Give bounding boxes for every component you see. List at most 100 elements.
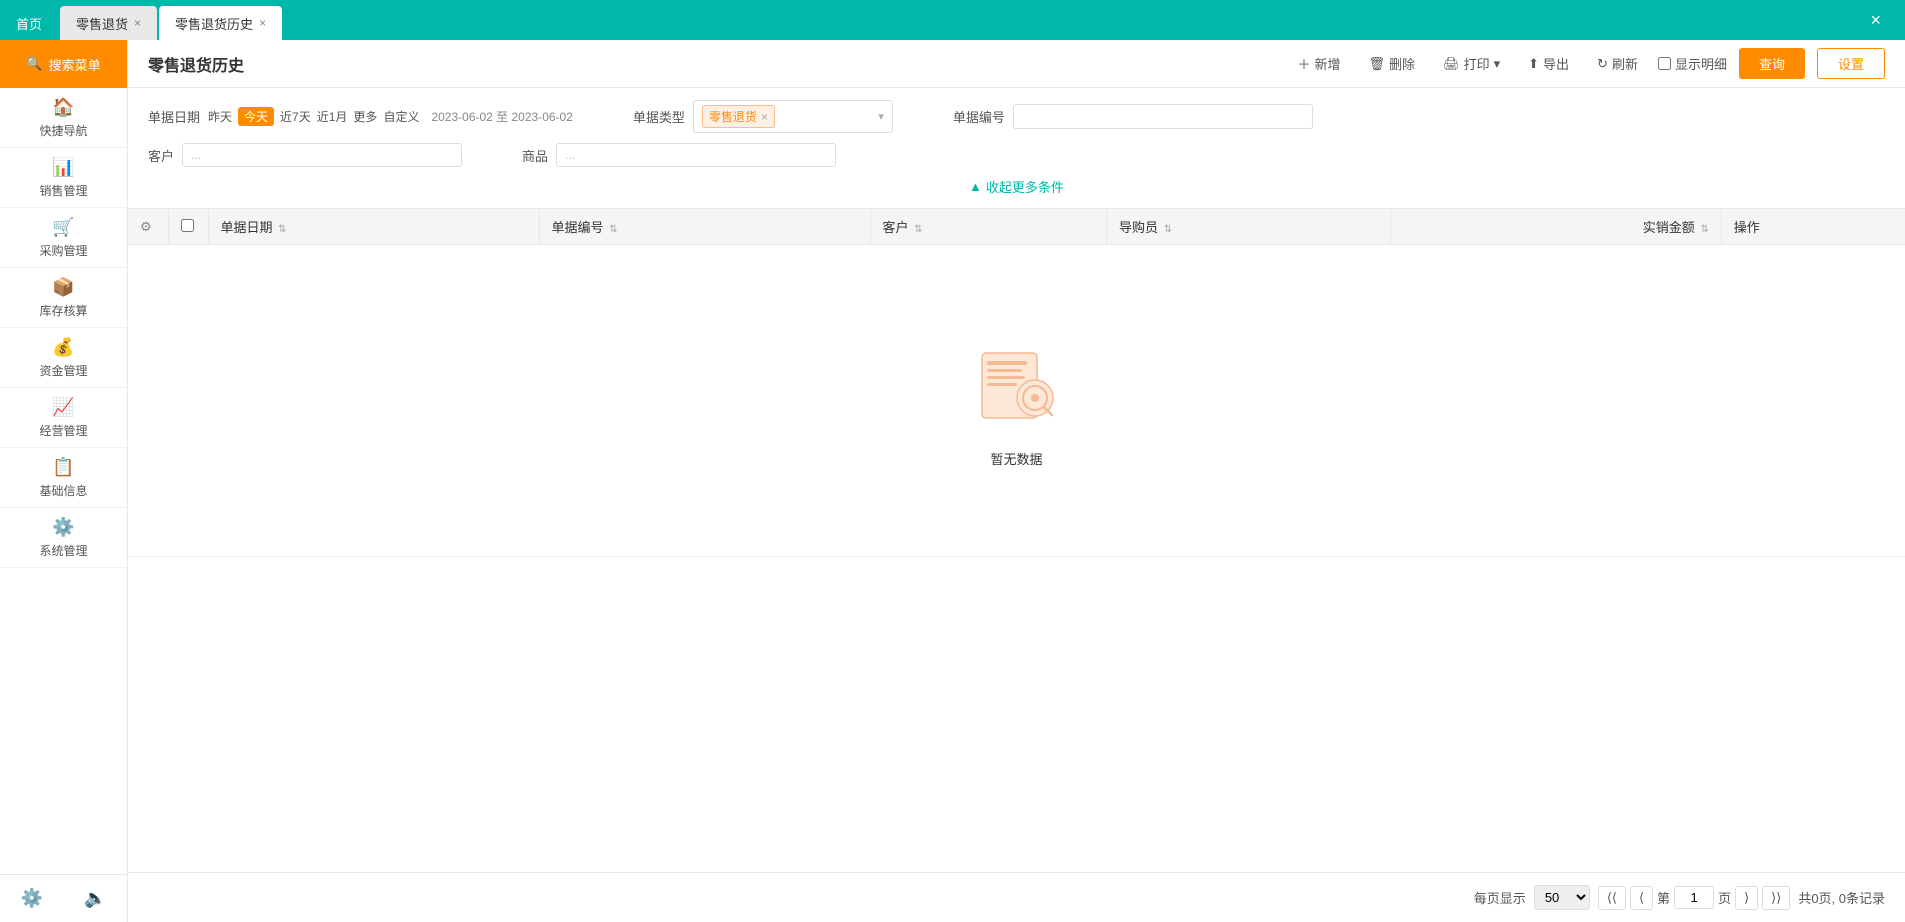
th-settings: ⚙	[128, 209, 168, 245]
sidebar-item-quick-nav[interactable]: 🏠 快捷导航	[0, 88, 127, 148]
date-opt-last7[interactable]: 近7天	[280, 108, 311, 125]
select-all-checkbox[interactable]	[181, 219, 194, 232]
next-page-button[interactable]: ⟩	[1735, 886, 1758, 910]
new-button[interactable]: ＋ 新增	[1289, 50, 1348, 77]
date-opt-custom[interactable]: 自定义	[383, 108, 419, 125]
sidebar-item-system-mgmt[interactable]: ⚙️ 系统管理	[0, 508, 127, 568]
actual-amount-sort-icon[interactable]: ⇅	[1700, 224, 1708, 235]
sidebar-search[interactable]: 🔍 搜索菜单	[0, 40, 127, 88]
finance-icon: 💰	[52, 337, 74, 358]
page-size-select[interactable]: 50 10 20 100	[1534, 885, 1590, 910]
basic-info-icon: 📋	[52, 457, 74, 478]
doc-type-tag: 零售退货 ×	[702, 105, 775, 128]
first-page-button[interactable]: ⟨⟨	[1598, 886, 1626, 910]
prev-page-button[interactable]: ⟨	[1630, 886, 1653, 910]
table-area: ⚙ 单据日期 ⇅ 单据编号 ⇅	[128, 209, 1905, 872]
page-title: 零售退货历史	[148, 52, 244, 76]
delete-button-label: 删除	[1389, 54, 1415, 73]
refresh-button[interactable]: ↻ 刷新	[1589, 50, 1646, 77]
setting-button[interactable]: 设置	[1817, 48, 1885, 79]
page-label: 页	[1718, 888, 1731, 907]
date-opt-last-month[interactable]: 近1月	[317, 108, 348, 125]
data-table: ⚙ 单据日期 ⇅ 单据编号 ⇅	[128, 209, 1905, 557]
page-di-label: 第	[1657, 888, 1670, 907]
top-bar-right: ×	[1862, 6, 1905, 35]
th-doc-date: 单据日期 ⇅	[208, 209, 539, 245]
sidebar-item-basic-info[interactable]: 📋 基础信息	[0, 448, 127, 508]
filter-customer: 客户 ...	[148, 143, 462, 167]
tab-retail-return-history-close[interactable]: ×	[259, 17, 266, 29]
refresh-icon: ↻	[1597, 56, 1608, 72]
sidebar-item-sales-mgmt[interactable]: 📊 销售管理	[0, 148, 127, 208]
guide-sort-icon[interactable]: ⇅	[1164, 224, 1172, 235]
sidebar-item-system-label: 系统管理	[39, 542, 87, 559]
settings-bottom-icon[interactable]: ⚙️	[21, 888, 43, 909]
doc-number-input[interactable]	[1013, 104, 1313, 129]
system-icon: ⚙️	[52, 517, 74, 538]
export-icon: ⬆	[1528, 56, 1539, 72]
th-doc-number: 单据编号 ⇅	[539, 209, 870, 245]
collapse-button[interactable]: ▲ 收起更多条件	[148, 177, 1885, 196]
date-opt-today[interactable]: 今天	[238, 107, 274, 126]
page-number-input[interactable]	[1674, 886, 1714, 909]
export-button[interactable]: ⬆ 导出	[1520, 50, 1577, 77]
setting-button-label: 设置	[1838, 57, 1864, 72]
window-close-button[interactable]: ×	[1862, 6, 1889, 35]
sidebar-item-purchase-mgmt[interactable]: 🛒 采购管理	[0, 208, 127, 268]
tab-retail-return-history[interactable]: 零售退货历史 ×	[159, 6, 282, 40]
table-header: ⚙ 单据日期 ⇅ 单据编号 ⇅	[128, 209, 1905, 245]
display-detail-toggle[interactable]: 显示明细	[1658, 54, 1727, 73]
doc-type-arrow-icon: ▾	[878, 110, 884, 123]
doc-type-tag-close[interactable]: ×	[761, 110, 768, 124]
customer-sort-icon[interactable]: ⇅	[914, 224, 922, 235]
th-doc-date-label: 单据日期	[221, 220, 273, 235]
doc-number-sort-icon[interactable]: ⇅	[609, 224, 617, 235]
inventory-icon: 📦	[52, 277, 74, 298]
doc-type-select[interactable]: 零售退货 × ▾	[693, 100, 893, 133]
print-button-label: 打印	[1464, 54, 1490, 73]
filter-doc-number: 单据编号	[953, 104, 1313, 129]
new-button-label: 新增	[1315, 54, 1341, 73]
date-opt-more[interactable]: 更多	[353, 108, 377, 125]
print-button[interactable]: 🖨 打印 ▾	[1435, 50, 1508, 77]
column-settings-icon[interactable]: ⚙	[140, 219, 152, 234]
th-customer-label: 客户	[883, 220, 909, 235]
tab-home-label: 首页	[16, 14, 42, 33]
date-range-display: 2023-06-02 至 2023-06-02	[431, 108, 572, 125]
tab-home[interactable]: 首页	[0, 6, 58, 40]
customer-placeholder: ...	[191, 148, 453, 162]
th-guide-label: 导购员	[1119, 220, 1158, 235]
tab-retail-return-close[interactable]: ×	[134, 17, 141, 29]
sidebar-item-inventory-label: 库存核算	[39, 302, 87, 319]
tab-retail-return-label: 零售退货	[76, 14, 128, 33]
main-layout: 🔍 搜索菜单 🏠 快捷导航 📊 销售管理 🛒 采购管理 📦 库存核算 💰 资金管…	[0, 40, 1905, 922]
empty-row: 暂无数据	[128, 245, 1905, 557]
sales-icon: 📊	[52, 157, 74, 178]
last-page-button[interactable]: ⟩⟩	[1762, 886, 1790, 910]
purchase-icon: 🛒	[52, 217, 74, 238]
th-actual-amount: 实销金额 ⇅	[1390, 209, 1721, 245]
empty-text: 暂无数据	[990, 449, 1042, 468]
sidebar-item-purchase-label: 采购管理	[39, 242, 87, 259]
query-button-label: 查询	[1759, 57, 1785, 72]
sidebar-item-finance-label: 资金管理	[39, 362, 87, 379]
sidebar-item-finance[interactable]: 💰 资金管理	[0, 328, 127, 388]
doc-date-sort-icon[interactable]: ⇅	[278, 224, 286, 235]
goods-select[interactable]: ...	[556, 143, 836, 167]
top-bar: 首页 零售退货 × 零售退货历史 × ×	[0, 0, 1905, 40]
sidebar-item-operations[interactable]: 📈 经营管理	[0, 388, 127, 448]
display-detail-checkbox[interactable]	[1658, 57, 1671, 70]
export-button-label: 导出	[1543, 54, 1569, 73]
th-doc-number-label: 单据编号	[552, 220, 604, 235]
page-nav: ⟨⟨ ⟨ 第 页 ⟩ ⟩⟩	[1598, 886, 1791, 910]
page-header: 零售退货历史 ＋ 新增 🗑 删除 🖨 打印 ▾ ⬆ 导出	[128, 40, 1905, 88]
volume-icon[interactable]: 🔈	[84, 888, 106, 909]
th-customer: 客户 ⇅	[870, 209, 1106, 245]
tab-retail-return[interactable]: 零售退货 ×	[60, 6, 157, 40]
query-button[interactable]: 查询	[1739, 48, 1805, 79]
customer-select[interactable]: ...	[182, 143, 462, 167]
sidebar-item-inventory[interactable]: 📦 库存核算	[0, 268, 127, 328]
date-opt-yesterday[interactable]: 昨天	[208, 108, 232, 125]
doc-number-label: 单据编号	[953, 107, 1005, 126]
delete-button[interactable]: 🗑 删除	[1361, 50, 1424, 77]
